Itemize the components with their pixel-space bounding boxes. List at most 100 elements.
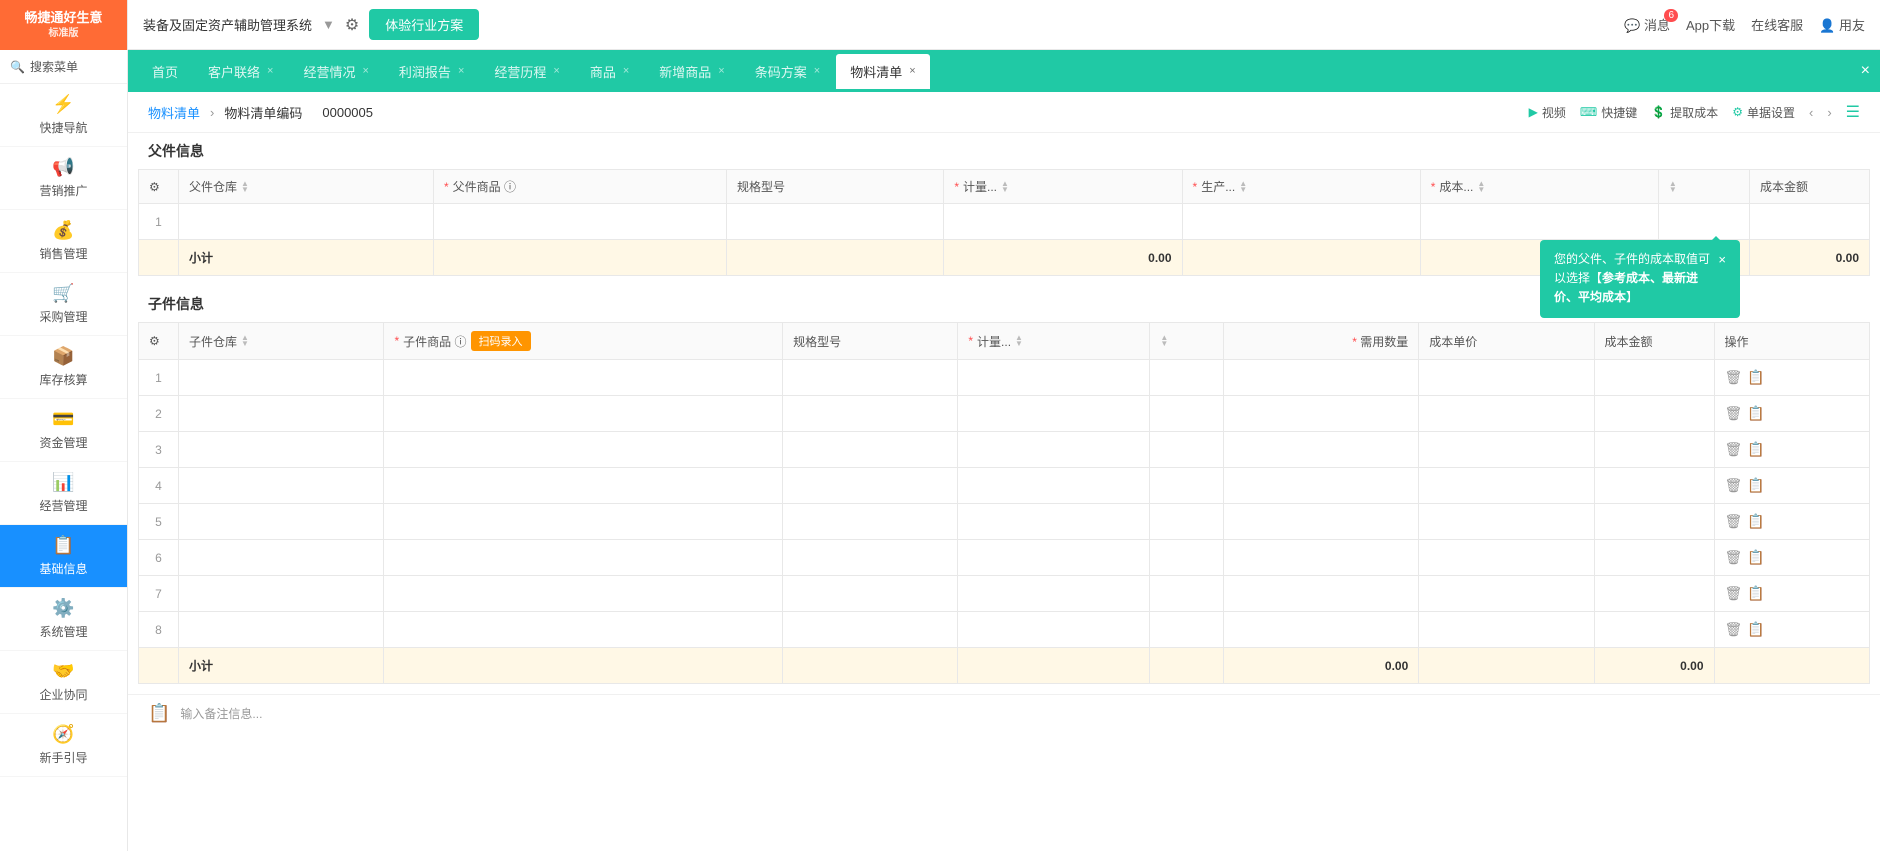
- child-row-qty[interactable]: [1223, 612, 1419, 648]
- child-row-unit-cost[interactable]: [1419, 576, 1594, 612]
- child-row-sort[interactable]: [1150, 612, 1223, 648]
- copy-icon[interactable]: 📋: [1747, 369, 1764, 386]
- child-row-sort[interactable]: [1150, 360, 1223, 396]
- parent-col-settings[interactable]: ⚙: [139, 170, 179, 204]
- close-all-tabs[interactable]: ×: [1861, 62, 1870, 80]
- tab-home[interactable]: 首页: [138, 54, 192, 89]
- child-row-unit-cost[interactable]: [1419, 612, 1594, 648]
- page-prev[interactable]: ‹: [1809, 105, 1813, 120]
- child-row-unit[interactable]: [958, 576, 1150, 612]
- sidebar-item-sales[interactable]: 💰 销售管理: [0, 210, 127, 273]
- tab-bom-close[interactable]: ×: [909, 65, 915, 77]
- parent-row-sort[interactable]: [1658, 204, 1749, 240]
- child-row-qty[interactable]: [1223, 396, 1419, 432]
- sidebar-item-basic[interactable]: 📋 基础信息: [0, 525, 127, 588]
- user-avatar[interactable]: 👤 用友: [1819, 15, 1865, 34]
- child-row-unit[interactable]: [958, 432, 1150, 468]
- child-row-unit[interactable]: [958, 468, 1150, 504]
- child-row-unit[interactable]: [958, 360, 1150, 396]
- child-row-qty[interactable]: [1223, 576, 1419, 612]
- tab-products-close[interactable]: ×: [623, 65, 629, 77]
- tab-profit-close[interactable]: ×: [458, 65, 464, 77]
- child-row-unit-cost[interactable]: [1419, 396, 1594, 432]
- child-row-warehouse[interactable]: [179, 612, 384, 648]
- tab-new-product[interactable]: 新增商品 ×: [645, 54, 738, 89]
- child-row-spec[interactable]: [783, 576, 958, 612]
- delete-icon[interactable]: 🗑: [1725, 477, 1743, 494]
- app-download-link[interactable]: App下载: [1686, 15, 1735, 34]
- child-row-unit-cost[interactable]: [1419, 504, 1594, 540]
- tab-operations[interactable]: 经营情况 ×: [289, 54, 382, 89]
- child-row-warehouse[interactable]: [179, 504, 384, 540]
- child-row-unit[interactable]: [958, 396, 1150, 432]
- child-row-qty[interactable]: [1223, 360, 1419, 396]
- child-row-product[interactable]: [384, 540, 783, 576]
- copy-icon[interactable]: 📋: [1747, 621, 1764, 638]
- child-row-spec[interactable]: [783, 612, 958, 648]
- page-next[interactable]: ›: [1827, 105, 1831, 120]
- child-row-spec[interactable]: [783, 360, 958, 396]
- child-row-spec[interactable]: [783, 396, 958, 432]
- message-icon[interactable]: 💬 消息 6: [1624, 15, 1670, 34]
- tab-bom[interactable]: 物料清单 ×: [836, 54, 929, 89]
- child-row-product[interactable]: [384, 432, 783, 468]
- tab-operations-close[interactable]: ×: [362, 65, 368, 77]
- child-row-product[interactable]: [384, 612, 783, 648]
- breadcrumb-parent[interactable]: 物料清单: [148, 103, 200, 122]
- sidebar-item-operations[interactable]: 📊 经营管理: [0, 462, 127, 525]
- sidebar-item-search[interactable]: 🔍 搜索菜单: [0, 50, 127, 84]
- child-row-product[interactable]: [384, 576, 783, 612]
- scan-button[interactable]: 扫码录入: [471, 331, 531, 351]
- tab-new-product-close[interactable]: ×: [718, 65, 724, 77]
- child-row-warehouse[interactable]: [179, 540, 384, 576]
- parent-row-warehouse[interactable]: [179, 204, 434, 240]
- parent-row-unit[interactable]: [944, 204, 1182, 240]
- sidebar-item-system[interactable]: ⚙️ 系统管理: [0, 588, 127, 651]
- sidebar-item-purchase[interactable]: 🛒 采购管理: [0, 273, 127, 336]
- settings-gear-icon[interactable]: ⚙: [345, 15, 359, 35]
- action-view[interactable]: ▶ 视频: [1529, 104, 1566, 121]
- tooltip-close-button[interactable]: ×: [1718, 250, 1726, 271]
- note-placeholder[interactable]: 输入备注信息...: [180, 705, 262, 722]
- tab-barcode-close[interactable]: ×: [814, 65, 820, 77]
- child-row-unit-cost[interactable]: [1419, 360, 1594, 396]
- child-row-spec[interactable]: [783, 468, 958, 504]
- child-row-sort[interactable]: [1150, 504, 1223, 540]
- tab-customers[interactable]: 客户联络 ×: [194, 54, 287, 89]
- copy-icon[interactable]: 📋: [1747, 549, 1764, 566]
- child-row-spec[interactable]: [783, 504, 958, 540]
- copy-icon[interactable]: 📋: [1747, 405, 1764, 422]
- child-row-spec[interactable]: [783, 540, 958, 576]
- child-row-qty[interactable]: [1223, 504, 1419, 540]
- delete-icon[interactable]: 🗑: [1725, 549, 1743, 566]
- child-row-spec[interactable]: [783, 432, 958, 468]
- delete-icon[interactable]: 🗑: [1725, 369, 1743, 386]
- copy-icon[interactable]: 📋: [1747, 585, 1764, 602]
- child-row-warehouse[interactable]: [179, 432, 384, 468]
- child-row-unit-cost[interactable]: [1419, 540, 1594, 576]
- delete-icon[interactable]: 🗑: [1725, 621, 1743, 638]
- action-shortcut[interactable]: ⌨ 快捷键: [1580, 104, 1637, 121]
- parent-row-proddate[interactable]: [1182, 204, 1420, 240]
- tab-products[interactable]: 商品 ×: [576, 54, 643, 89]
- trial-button[interactable]: 体验行业方案: [369, 9, 479, 40]
- copy-icon[interactable]: 📋: [1747, 477, 1764, 494]
- sidebar-item-finance[interactable]: 💳 资金管理: [0, 399, 127, 462]
- child-row-product[interactable]: [384, 468, 783, 504]
- child-row-unit[interactable]: [958, 612, 1150, 648]
- sidebar-item-inventory[interactable]: 📦 库存核算: [0, 336, 127, 399]
- tab-profit[interactable]: 利润报告 ×: [385, 54, 478, 89]
- child-row-sort[interactable]: [1150, 432, 1223, 468]
- action-settings[interactable]: ⚙ 单据设置: [1732, 104, 1795, 121]
- child-row-sort[interactable]: [1150, 396, 1223, 432]
- tab-barcode[interactable]: 条码方案 ×: [741, 54, 834, 89]
- delete-icon[interactable]: 🗑: [1725, 585, 1743, 602]
- sidebar-item-marketing[interactable]: 📢 营销推广: [0, 147, 127, 210]
- child-row-sort[interactable]: [1150, 468, 1223, 504]
- dropdown-arrow-icon[interactable]: ▼: [322, 17, 335, 32]
- child-row-unit[interactable]: [958, 540, 1150, 576]
- child-row-unit-cost[interactable]: [1419, 468, 1594, 504]
- sidebar-item-corp[interactable]: 🤝 企业协同: [0, 651, 127, 714]
- copy-icon[interactable]: 📋: [1747, 513, 1764, 530]
- child-row-qty[interactable]: [1223, 540, 1419, 576]
